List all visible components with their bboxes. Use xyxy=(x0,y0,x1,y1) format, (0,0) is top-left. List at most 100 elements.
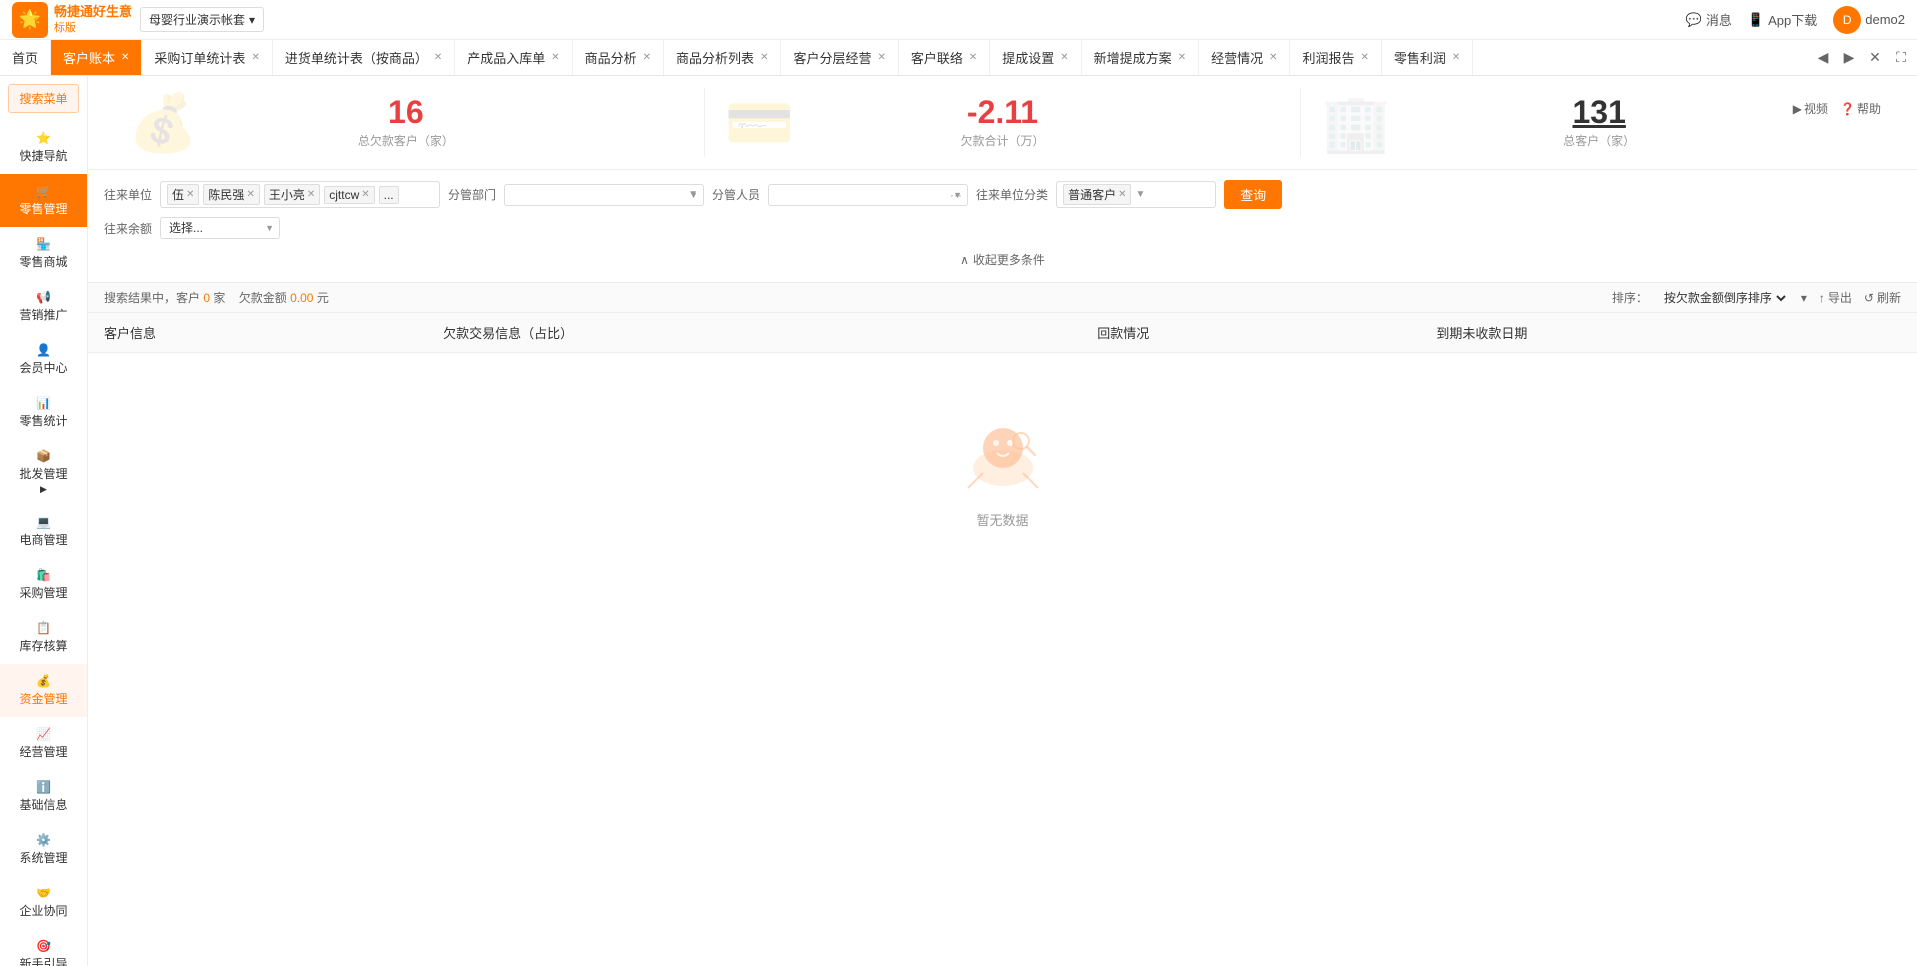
sidebar-item-quick-nav[interactable]: ⭐ 快捷导航 xyxy=(0,121,87,174)
download-icon: 📱 xyxy=(1748,12,1764,28)
tab-customer-tier[interactable]: 客户分层经营 ✕ xyxy=(781,40,898,76)
unit-type-wrap[interactable]: 普通客户 ✕ ▼ xyxy=(1056,181,1216,208)
unit-tag-wang[interactable]: 王小亮 ✕ xyxy=(264,184,320,205)
sidebar-item-finance[interactable]: 💰 资金管理 xyxy=(0,664,87,717)
tab-fullscreen[interactable]: ⛶ xyxy=(1889,46,1913,70)
sidebar-item-member[interactable]: 👤 会员中心 xyxy=(0,333,87,386)
user-avatar[interactable]: D demo2 xyxy=(1833,6,1905,34)
unit-tag-cjttcw[interactable]: cjttcw ✕ xyxy=(324,186,374,204)
tab-purchase-order[interactable]: 采购订单统计表 ✕ xyxy=(142,40,272,76)
sidebar-item-enterprise[interactable]: 🤝 企业协同 xyxy=(0,876,87,929)
unit-type-dropdown[interactable]: ▼ xyxy=(1135,189,1145,200)
stat-icon-amount: 💳 xyxy=(725,90,795,156)
tab-scroll-right[interactable]: ▶ xyxy=(1837,46,1861,70)
help-btn[interactable]: ❓ 帮助 xyxy=(1840,100,1881,117)
tab-new-improve[interactable]: 新增提成方案 ✕ xyxy=(1082,40,1199,76)
logo-icon: 🌟 xyxy=(12,2,48,38)
app-download-btn[interactable]: 📱 App下载 xyxy=(1748,10,1817,29)
close-tab-arrears[interactable]: ✕ xyxy=(121,52,129,63)
close-tab-produce[interactable]: ✕ xyxy=(551,52,559,63)
sidebar-item-business[interactable]: 📈 经营管理 xyxy=(0,717,87,770)
unit-type-tag-normal[interactable]: 普通客户 ✕ xyxy=(1063,184,1131,205)
play-icon: ▶ xyxy=(1793,102,1802,116)
filter-bar: 往来单位 伍 ✕ 陈民强 ✕ 王小亮 ✕ cjttcw xyxy=(88,170,1917,283)
nav-tabs: 首页 客户账本 ✕ 采购订单统计表 ✕ 进货单统计表（按商品） ✕ 产成品入库单… xyxy=(0,40,1917,76)
close-tab-new-improve[interactable]: ✕ xyxy=(1178,52,1186,63)
query-btn[interactable]: 查询 xyxy=(1224,180,1282,209)
close-tab-purchase[interactable]: ✕ xyxy=(251,52,259,63)
close-tab-goods-list[interactable]: ✕ xyxy=(760,52,768,63)
person-label: 分管人员 xyxy=(712,186,760,203)
avatar: D xyxy=(1833,6,1861,34)
close-tag-normal[interactable]: ✕ xyxy=(1118,189,1126,200)
close-tab-goods[interactable]: ✕ xyxy=(643,52,651,63)
tab-home[interactable]: 首页 xyxy=(0,40,51,76)
stats-banner: 💰 16 总欠款客户（家） 💳 -2.11 欠款合计（万） 🏢 131 总客户（… xyxy=(88,76,1917,170)
stat-block-customers: 💰 16 总欠款客户（家） xyxy=(108,88,705,157)
close-tag-wu[interactable]: ✕ xyxy=(186,189,194,200)
sidebar-item-purchase[interactable]: 🛍️ 采购管理 xyxy=(0,558,87,611)
unit-tag-wu[interactable]: 伍 ✕ xyxy=(167,184,199,205)
tab-produce-in[interactable]: 产成品入库单 ✕ xyxy=(455,40,572,76)
tab-goods-list[interactable]: 商品分析列表 ✕ xyxy=(664,40,781,76)
sidebar-item-wholesale[interactable]: 📦 批发管理 ▶ xyxy=(0,439,87,505)
sidebar-item-retail-stats[interactable]: 📊 零售统计 xyxy=(0,386,87,439)
export-btn[interactable]: ↑ 导出 xyxy=(1819,289,1852,306)
tab-customer-contact[interactable]: 客户联络 ✕ xyxy=(899,40,990,76)
account-selector[interactable]: 母婴行业演示帐套 ▾ xyxy=(140,7,264,32)
sidebar-item-retail-mall[interactable]: 🏪 零售商城 xyxy=(0,227,87,280)
close-tag-wang[interactable]: ✕ xyxy=(307,189,315,200)
message-btn[interactable]: 💬 消息 xyxy=(1686,10,1732,29)
guide-icon: 🎯 xyxy=(36,939,51,953)
stat-label-customers: 总欠款客户（家） xyxy=(358,132,454,149)
close-tag-cjttcw[interactable]: ✕ xyxy=(361,189,369,200)
chevron-down-icon: ▾ xyxy=(249,13,255,27)
person-input[interactable] xyxy=(768,184,968,206)
search-menu-btn[interactable]: 搜索菜单 xyxy=(8,84,79,113)
unit-tag-more[interactable]: ... xyxy=(379,186,399,204)
balance-select-wrap: 选择... xyxy=(160,217,280,239)
filter-row-1: 往来单位 伍 ✕ 陈民强 ✕ 王小亮 ✕ cjttcw xyxy=(104,180,1901,209)
unit-tag-chen[interactable]: 陈民强 ✕ xyxy=(203,184,259,205)
sidebar-item-retail[interactable]: 🛒 零售管理 xyxy=(0,174,87,227)
close-tab-improve[interactable]: ✕ xyxy=(1060,52,1068,63)
close-tab-contact[interactable]: ✕ xyxy=(969,52,977,63)
refresh-btn[interactable]: ↺ 刷新 xyxy=(1864,289,1901,306)
close-tab-operation[interactable]: ✕ xyxy=(1269,52,1277,63)
sidebar-item-basic-info[interactable]: ℹ️ 基础信息 xyxy=(0,770,87,823)
sidebar-item-ecommerce[interactable]: 💻 电商管理 xyxy=(0,505,87,558)
close-tab-profit[interactable]: ✕ xyxy=(1361,52,1369,63)
tab-arrears[interactable]: 客户账本 ✕ xyxy=(51,40,142,76)
video-btn[interactable]: ▶ 视频 xyxy=(1793,100,1828,117)
system-icon: ⚙️ xyxy=(36,833,51,847)
close-tab-customer-tier[interactable]: ✕ xyxy=(877,52,885,63)
info-icon: ℹ️ xyxy=(36,780,51,794)
tab-close-all[interactable]: ✕ xyxy=(1863,46,1887,70)
table-wrap: 客户信息 欠款交易信息（占比） 回款情况 到期未收款日期 xyxy=(88,313,1917,966)
tab-improve-settings[interactable]: 提成设置 ✕ xyxy=(990,40,1081,76)
tab-goods-analysis[interactable]: 商品分析 ✕ xyxy=(573,40,664,76)
tab-scroll-left[interactable]: ◀ xyxy=(1811,46,1835,70)
stat-icon-customers: 💰 xyxy=(128,90,198,156)
sidebar-item-system[interactable]: ⚙️ 系统管理 xyxy=(0,823,87,876)
tab-operation[interactable]: 经营情况 ✕ xyxy=(1199,40,1290,76)
sidebar-item-marketing[interactable]: 📢 营销推广 xyxy=(0,280,87,333)
close-tab-retail-profit[interactable]: ✕ xyxy=(1452,52,1460,63)
unit-tags-wrap[interactable]: 伍 ✕ 陈民强 ✕ 王小亮 ✕ cjttcw ✕ xyxy=(160,181,440,208)
sort-chevron: ▾ xyxy=(1801,291,1807,305)
business-icon: 📈 xyxy=(36,727,51,741)
tab-stock-stats[interactable]: 进货单统计表（按商品） ✕ xyxy=(273,40,455,76)
balance-select[interactable]: 选择... xyxy=(160,217,280,239)
tab-profit[interactable]: 利润报告 ✕ xyxy=(1290,40,1381,76)
tab-retail-profit[interactable]: 零售利润 ✕ xyxy=(1382,40,1473,76)
close-tab-stock[interactable]: ✕ xyxy=(434,52,442,63)
sidebar-item-new-guide[interactable]: 🎯 新手引导 xyxy=(0,929,87,966)
tab-controls: ◀ ▶ ✕ ⛶ xyxy=(1811,46,1917,70)
close-tag-chen[interactable]: ✕ xyxy=(246,189,254,200)
sort-select[interactable]: 按欠款金额倒序排序 xyxy=(1660,290,1789,306)
top-bar-right: 💬 消息 📱 App下载 D demo2 xyxy=(1686,6,1905,34)
dept-input[interactable] xyxy=(504,184,704,206)
collapse-btn[interactable]: ∧ 收起更多条件 xyxy=(960,251,1045,268)
sidebar: 搜索菜单 ⭐ 快捷导航 🛒 零售管理 🏪 零售商城 📢 营销推广 👤 会员中心 … xyxy=(0,76,88,966)
sidebar-item-inventory[interactable]: 📋 库存核算 xyxy=(0,611,87,664)
